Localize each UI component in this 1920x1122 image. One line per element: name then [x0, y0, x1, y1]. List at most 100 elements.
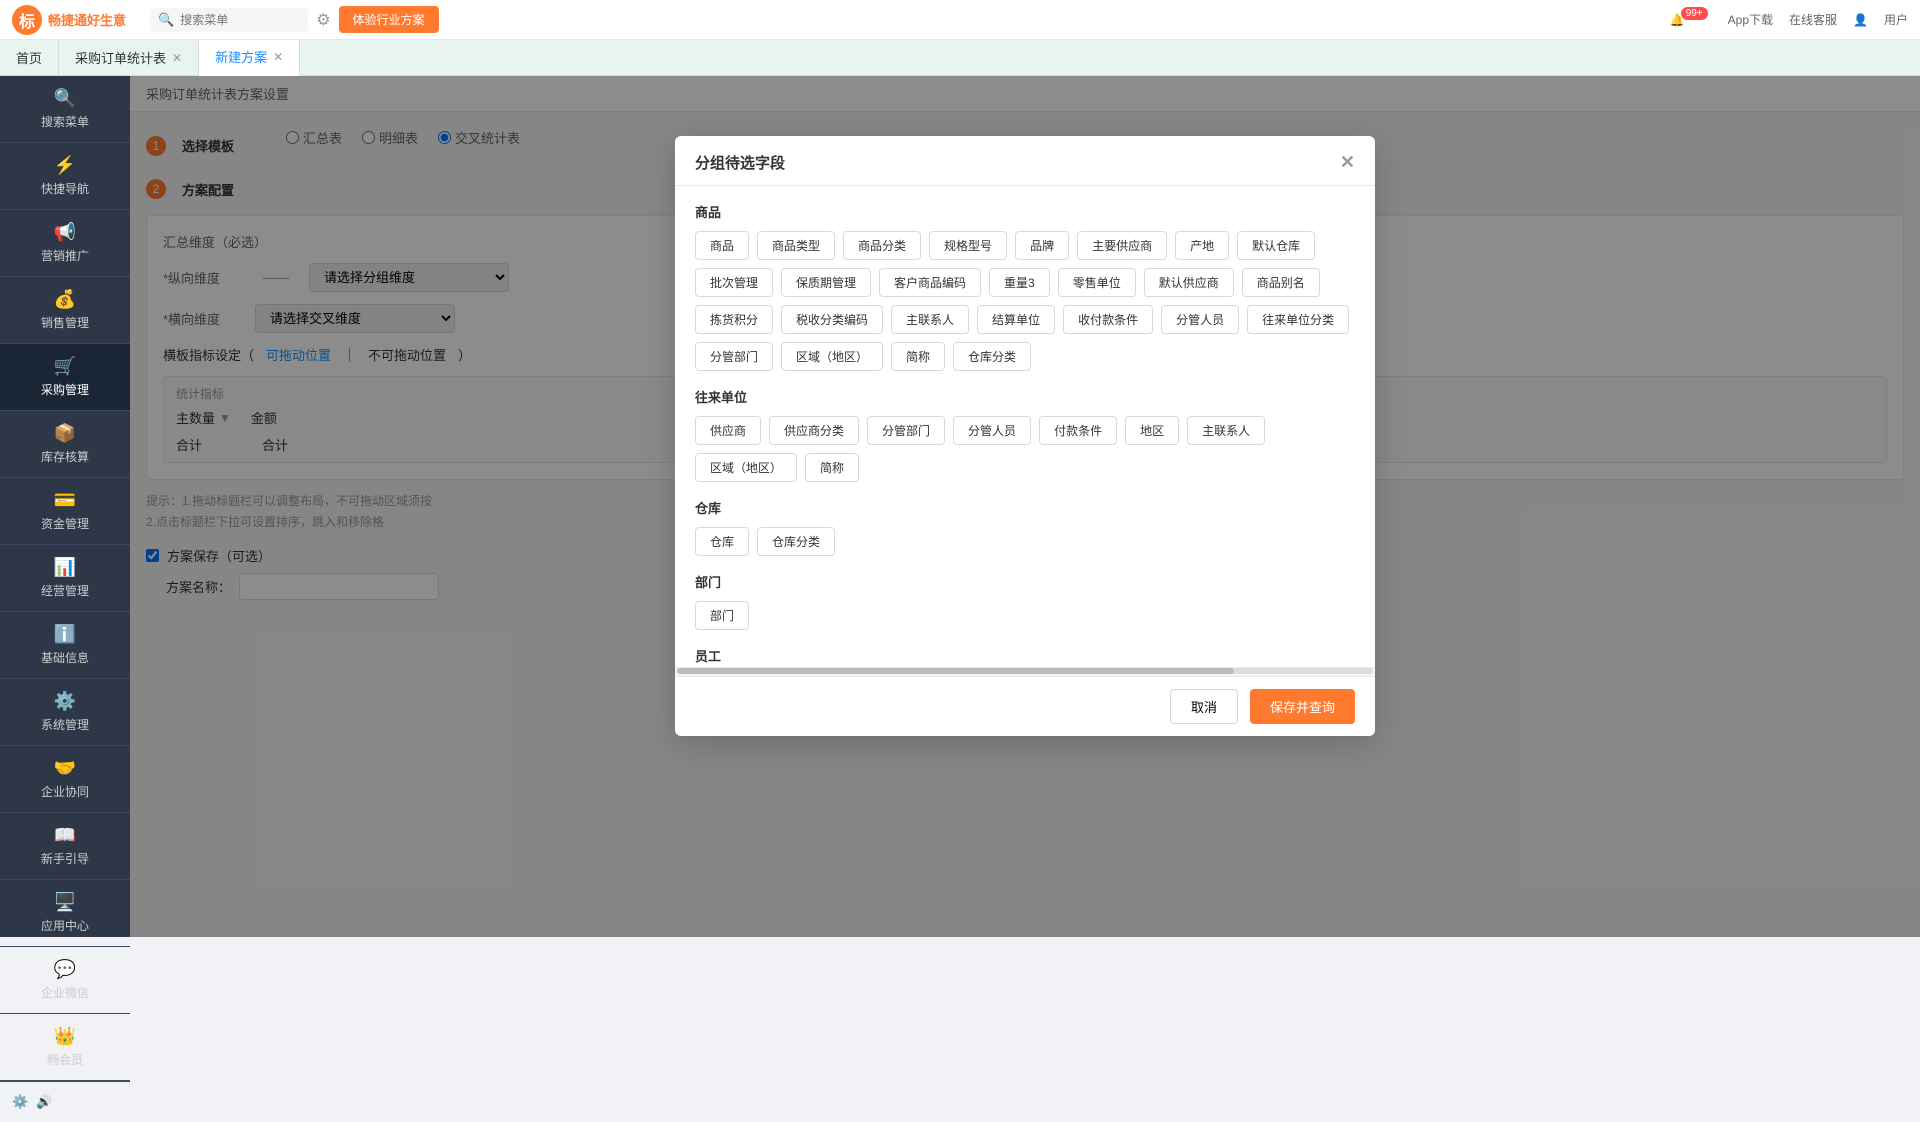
- settings-bottom-icon[interactable]: ⚙️: [12, 1094, 28, 1110]
- field-tag[interactable]: 仓库分类: [757, 527, 835, 556]
- field-tag[interactable]: 重量3: [989, 268, 1050, 297]
- sidebar-item-marketing[interactable]: 📢 营销推广: [0, 210, 130, 277]
- field-tag[interactable]: 主要供应商: [1077, 231, 1167, 260]
- notification-badge: 99+: [1681, 7, 1708, 20]
- sidebar-operations-label: 经营管理: [41, 582, 89, 599]
- field-tag[interactable]: 保质期管理: [781, 268, 871, 297]
- sidebar-item-inventory[interactable]: 📦 库存核算: [0, 411, 130, 478]
- field-tag[interactable]: 税收分类编码: [781, 305, 883, 334]
- field-tag[interactable]: 客户商品编码: [879, 268, 981, 297]
- section-product-fields: 商品 商品类型 商品分类 规格型号 品牌 主要供应商 产地 默认仓库 批次管理 …: [695, 231, 1355, 371]
- field-tag[interactable]: 仓库分类: [953, 342, 1031, 371]
- hscrollbar-thumb[interactable]: [677, 668, 1234, 674]
- modal-footer: 取消 保存并查询: [675, 676, 1375, 736]
- search-menu-icon: 🔍: [54, 88, 76, 109]
- app-download-link[interactable]: App下载: [1728, 11, 1773, 28]
- search-bar[interactable]: 🔍: [150, 8, 308, 32]
- tab-home-label: 首页: [16, 48, 42, 67]
- field-tag[interactable]: 零售单位: [1058, 268, 1136, 297]
- modal: 分组待选字段 ✕ 商品 商品 商品类型 商品分类 规格型号 品牌 主要供应商: [675, 136, 1375, 736]
- finance-icon: 💳: [54, 490, 76, 511]
- field-tag[interactable]: 区域（地区）: [781, 342, 883, 371]
- sidebar-system-label: 系统管理: [41, 716, 89, 733]
- gear-icon[interactable]: ⚙: [316, 10, 330, 30]
- logo-icon: 标: [12, 5, 42, 35]
- search-icon: 🔍: [158, 12, 174, 28]
- member-icon: 👑: [54, 1026, 76, 1047]
- field-tag[interactable]: 批次管理: [695, 268, 773, 297]
- sidebar-item-operations[interactable]: 📊 经营管理: [0, 545, 130, 612]
- field-tag[interactable]: 商品类型: [757, 231, 835, 260]
- sidebar-item-quicknav[interactable]: ⚡ 快捷导航: [0, 143, 130, 210]
- field-tag[interactable]: 分管部门: [867, 416, 945, 445]
- field-tag[interactable]: 分管人员: [1161, 305, 1239, 334]
- sidebar: 🔍 搜索菜单 ⚡ 快捷导航 📢 营销推广 💰 销售管理 🛒 采购管理 📦 库存核…: [0, 76, 130, 937]
- field-tag[interactable]: 往来单位分类: [1247, 305, 1349, 334]
- field-tag[interactable]: 简称: [805, 453, 859, 482]
- sidebar-item-purchase[interactable]: 🛒 采购管理: [0, 344, 130, 411]
- sidebar-item-member[interactable]: 👑 畅会员: [0, 1014, 130, 1081]
- field-tag[interactable]: 拣货积分: [695, 305, 773, 334]
- field-tag[interactable]: 默认仓库: [1237, 231, 1315, 260]
- field-tag[interactable]: 商品别名: [1242, 268, 1320, 297]
- field-tag[interactable]: 商品: [695, 231, 749, 260]
- field-tag[interactable]: 供应商分类: [769, 416, 859, 445]
- section-warehouse-fields: 仓库 仓库分类: [695, 527, 1355, 556]
- sidebar-item-sales[interactable]: 💰 销售管理: [0, 277, 130, 344]
- tab-purchase-stats[interactable]: 采购订单统计表 ✕: [59, 40, 199, 76]
- field-tag[interactable]: 供应商: [695, 416, 761, 445]
- online-service-link[interactable]: 在线客服: [1789, 11, 1837, 28]
- field-tag[interactable]: 品牌: [1015, 231, 1069, 260]
- content-area: 采购订单统计表方案设置 1 选择模板 汇总表 明细表 交叉统计表: [130, 76, 1920, 937]
- field-tag[interactable]: 分管人员: [953, 416, 1031, 445]
- sidebar-item-cooperation[interactable]: 🤝 企业协同: [0, 746, 130, 813]
- section-staff-title: 员工: [695, 646, 1355, 665]
- field-tag[interactable]: 仓库: [695, 527, 749, 556]
- sidebar-item-search[interactable]: 🔍 搜索菜单: [0, 76, 130, 143]
- nav-left: 标 畅捷通好生意 🔍 ⚙ 体验行业方案: [12, 5, 439, 35]
- modal-confirm-btn[interactable]: 保存并查询: [1250, 689, 1355, 724]
- tab-home[interactable]: 首页: [0, 40, 59, 76]
- sidebar-inventory-label: 库存核算: [41, 448, 89, 465]
- field-tag[interactable]: 默认供应商: [1144, 268, 1234, 297]
- section-contacts: 往来单位 供应商 供应商分类 分管部门 分管人员 付款条件 地区 主联系人 区域…: [695, 387, 1355, 482]
- tab-purchase-stats-close[interactable]: ✕: [172, 51, 182, 65]
- field-tag[interactable]: 结算单位: [977, 305, 1055, 334]
- search-input[interactable]: [180, 13, 300, 27]
- field-tag[interactable]: 产地: [1175, 231, 1229, 260]
- sidebar-item-system[interactable]: ⚙️ 系统管理: [0, 679, 130, 746]
- sidebar-item-finance[interactable]: 💳 资金管理: [0, 478, 130, 545]
- field-tag[interactable]: 主联系人: [891, 305, 969, 334]
- tab-new-plan[interactable]: 新建方案 ✕: [199, 40, 300, 76]
- field-tag[interactable]: 区域（地区）: [695, 453, 797, 482]
- modal-close-btn[interactable]: ✕: [1340, 152, 1355, 173]
- field-tag[interactable]: 分管部门: [695, 342, 773, 371]
- modal-header: 分组待选字段 ✕: [675, 136, 1375, 186]
- user-avatar[interactable]: 👤: [1853, 13, 1868, 27]
- field-tag[interactable]: 简称: [891, 342, 945, 371]
- field-tag[interactable]: 主联系人: [1187, 416, 1265, 445]
- field-tag[interactable]: 商品分类: [843, 231, 921, 260]
- system-icon: ⚙️: [54, 691, 76, 712]
- sidebar-item-guide[interactable]: 📖 新手引导: [0, 813, 130, 880]
- experience-btn[interactable]: 体验行业方案: [339, 6, 439, 33]
- section-product-title: 商品: [695, 202, 1355, 221]
- modal-cancel-btn[interactable]: 取消: [1170, 689, 1238, 724]
- tab-new-plan-close[interactable]: ✕: [273, 50, 283, 64]
- notification-area[interactable]: 🔔99+: [1670, 13, 1712, 27]
- sidebar-item-wechat[interactable]: 💬 企业微信: [0, 947, 130, 1014]
- field-tag[interactable]: 部门: [695, 601, 749, 630]
- field-tag[interactable]: 规格型号: [929, 231, 1007, 260]
- sales-icon: 💰: [54, 289, 76, 310]
- section-contacts-title: 往来单位: [695, 387, 1355, 406]
- nav-right: 🔔99+ App下载 在线客服 👤 用户: [1670, 11, 1908, 28]
- sidebar-item-basics[interactable]: ℹ️ 基础信息: [0, 612, 130, 679]
- section-dept: 部门 部门: [695, 572, 1355, 630]
- field-tag[interactable]: 付款条件: [1039, 416, 1117, 445]
- marketing-icon: 📢: [54, 222, 76, 243]
- sidebar-bottom: ⚙️ 🔊: [0, 1081, 130, 1122]
- field-tag[interactable]: 收付款条件: [1063, 305, 1153, 334]
- field-tag[interactable]: 地区: [1125, 416, 1179, 445]
- volume-bottom-icon[interactable]: 🔊: [36, 1094, 52, 1110]
- quicknav-icon: ⚡: [54, 155, 76, 176]
